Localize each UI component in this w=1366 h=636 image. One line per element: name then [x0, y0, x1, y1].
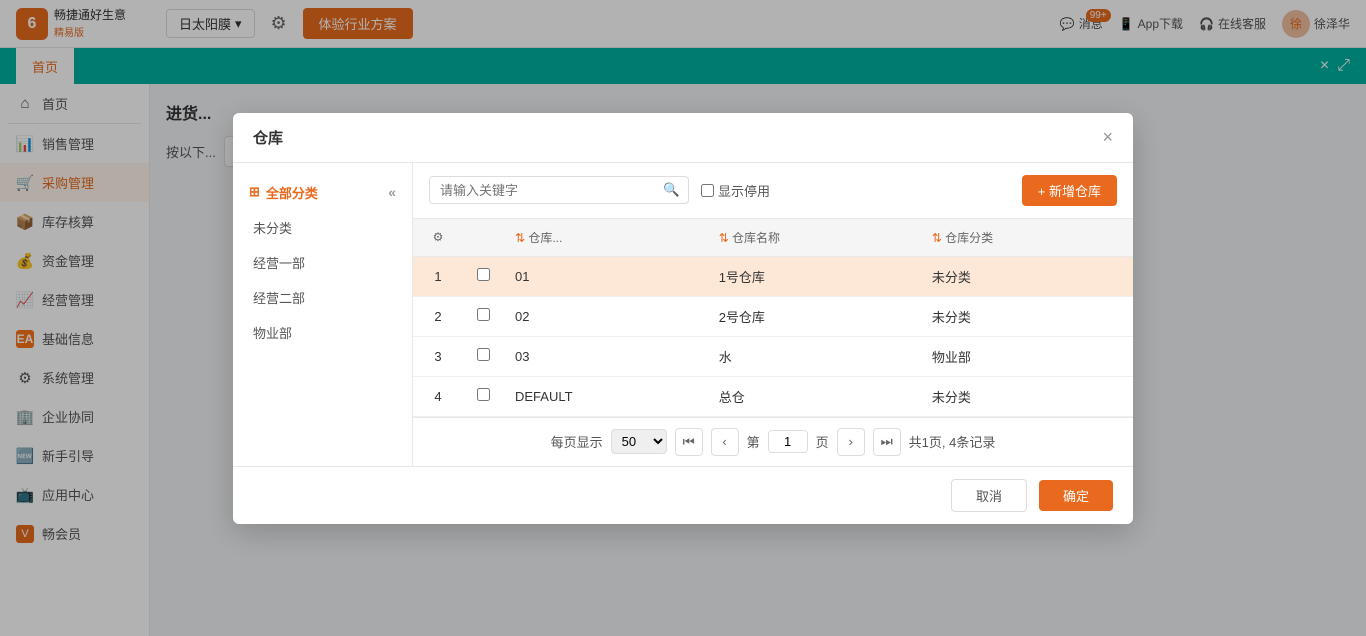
modal-close-button[interactable]: ×: [1102, 127, 1113, 148]
sort-name-icon: ⇅: [719, 231, 729, 245]
row-settings: 3: [413, 336, 463, 376]
category-property[interactable]: 物业部: [233, 315, 412, 350]
row-name: 水: [707, 336, 920, 376]
grid-icon: ⊞: [249, 184, 260, 200]
row-name: 2号仓库: [707, 296, 920, 336]
row-check[interactable]: [463, 376, 503, 416]
col-category: ⇅ 仓库分类: [920, 219, 1133, 257]
sort-cat-icon: ⇅: [932, 231, 942, 245]
row-check[interactable]: [463, 296, 503, 336]
row-category: 物业部: [920, 336, 1133, 376]
row-settings: 2: [413, 296, 463, 336]
row-code: 03: [503, 336, 707, 376]
show-disabled-label[interactable]: 显示停用: [701, 181, 770, 200]
row-code: DEFAULT: [503, 376, 707, 416]
row-check[interactable]: [463, 336, 503, 376]
row-settings: 1: [413, 256, 463, 296]
table-row[interactable]: 3 03 水 物业部: [413, 336, 1133, 376]
cancel-button[interactable]: 取消: [951, 479, 1027, 512]
table-row[interactable]: 1 01 1号仓库 未分类: [413, 256, 1133, 296]
row-category: 未分类: [920, 296, 1133, 336]
row-settings: 4: [413, 376, 463, 416]
per-page-label: 每页显示: [551, 432, 603, 451]
per-page-select[interactable]: 50 20 100: [611, 429, 667, 454]
table-header-row: ⚙ ⇅ 仓库... ⇅ 仓库名称 ⇅ 仓库分类: [413, 219, 1133, 257]
last-page-button[interactable]: ⏭: [873, 428, 901, 456]
prev-page-button[interactable]: ‹: [711, 428, 739, 456]
table-row[interactable]: 2 02 2号仓库 未分类: [413, 296, 1133, 336]
modal-toolbar: 🔍 显示停用 + 新增仓库: [413, 163, 1133, 219]
pagination: 每页显示 50 20 100 ⏮ ‹ 第 页 › ⏭ 共1: [413, 417, 1133, 466]
total-label: 共1页, 4条记录: [909, 432, 996, 451]
col-name: ⇅ 仓库名称: [707, 219, 920, 257]
col-code: ⇅ 仓库...: [503, 219, 707, 257]
row-category: 未分类: [920, 256, 1133, 296]
show-disabled-checkbox[interactable]: [701, 184, 714, 197]
row-name: 1号仓库: [707, 256, 920, 296]
sort-code-icon: ⇅: [515, 231, 525, 245]
row-code: 01: [503, 256, 707, 296]
warehouse-table-wrap: ⚙ ⇅ 仓库... ⇅ 仓库名称 ⇅ 仓库分类 1 01: [413, 219, 1133, 417]
add-warehouse-button[interactable]: + 新增仓库: [1022, 175, 1117, 206]
next-page-button[interactable]: ›: [837, 428, 865, 456]
search-wrap: 🔍: [429, 176, 689, 204]
modal-action-footer: 取消 确定: [233, 466, 1133, 524]
page-unit: 页: [816, 432, 829, 451]
search-button[interactable]: 🔍: [655, 177, 688, 203]
page-label: 第: [747, 432, 760, 451]
show-disabled-text: 显示停用: [718, 181, 770, 200]
per-page-select-wrap: 50 20 100: [611, 429, 667, 454]
modal-header: 仓库 ×: [233, 113, 1133, 163]
table-row[interactable]: 4 DEFAULT 总仓 未分类: [413, 376, 1133, 416]
page-number-input[interactable]: [768, 430, 808, 453]
modal-title: 仓库: [253, 127, 283, 148]
warehouse-table: ⚙ ⇅ 仓库... ⇅ 仓库名称 ⇅ 仓库分类 1 01: [413, 219, 1133, 417]
category-all[interactable]: ⊞ 全部分类 «: [233, 175, 412, 210]
modal-body: ⊞ 全部分类 « 未分类 经营一部 经营二部 物业部 🔍: [233, 163, 1133, 466]
confirm-button[interactable]: 确定: [1039, 480, 1113, 511]
collapse-icon[interactable]: «: [388, 184, 396, 200]
first-page-button[interactable]: ⏮: [675, 428, 703, 456]
warehouse-modal: 仓库 × ⊞ 全部分类 « 未分类 经营一部 经营二部 物业部: [233, 113, 1133, 524]
modal-overlay: 仓库 × ⊞ 全部分类 « 未分类 经营一部 经营二部 物业部: [0, 0, 1366, 636]
category-all-label: 全部分类: [266, 183, 318, 202]
category-unclassified[interactable]: 未分类: [233, 210, 412, 245]
row-code: 02: [503, 296, 707, 336]
row-check[interactable]: [463, 256, 503, 296]
category-ops1[interactable]: 经营一部: [233, 245, 412, 280]
col-settings: ⚙: [413, 219, 463, 257]
row-category: 未分类: [920, 376, 1133, 416]
category-ops2[interactable]: 经营二部: [233, 280, 412, 315]
search-input[interactable]: [430, 178, 655, 203]
row-name: 总仓: [707, 376, 920, 416]
col-check: [463, 219, 503, 257]
category-sidebar: ⊞ 全部分类 « 未分类 经营一部 经营二部 物业部: [233, 163, 413, 466]
modal-main: 🔍 显示停用 + 新增仓库 ⚙: [413, 163, 1133, 466]
